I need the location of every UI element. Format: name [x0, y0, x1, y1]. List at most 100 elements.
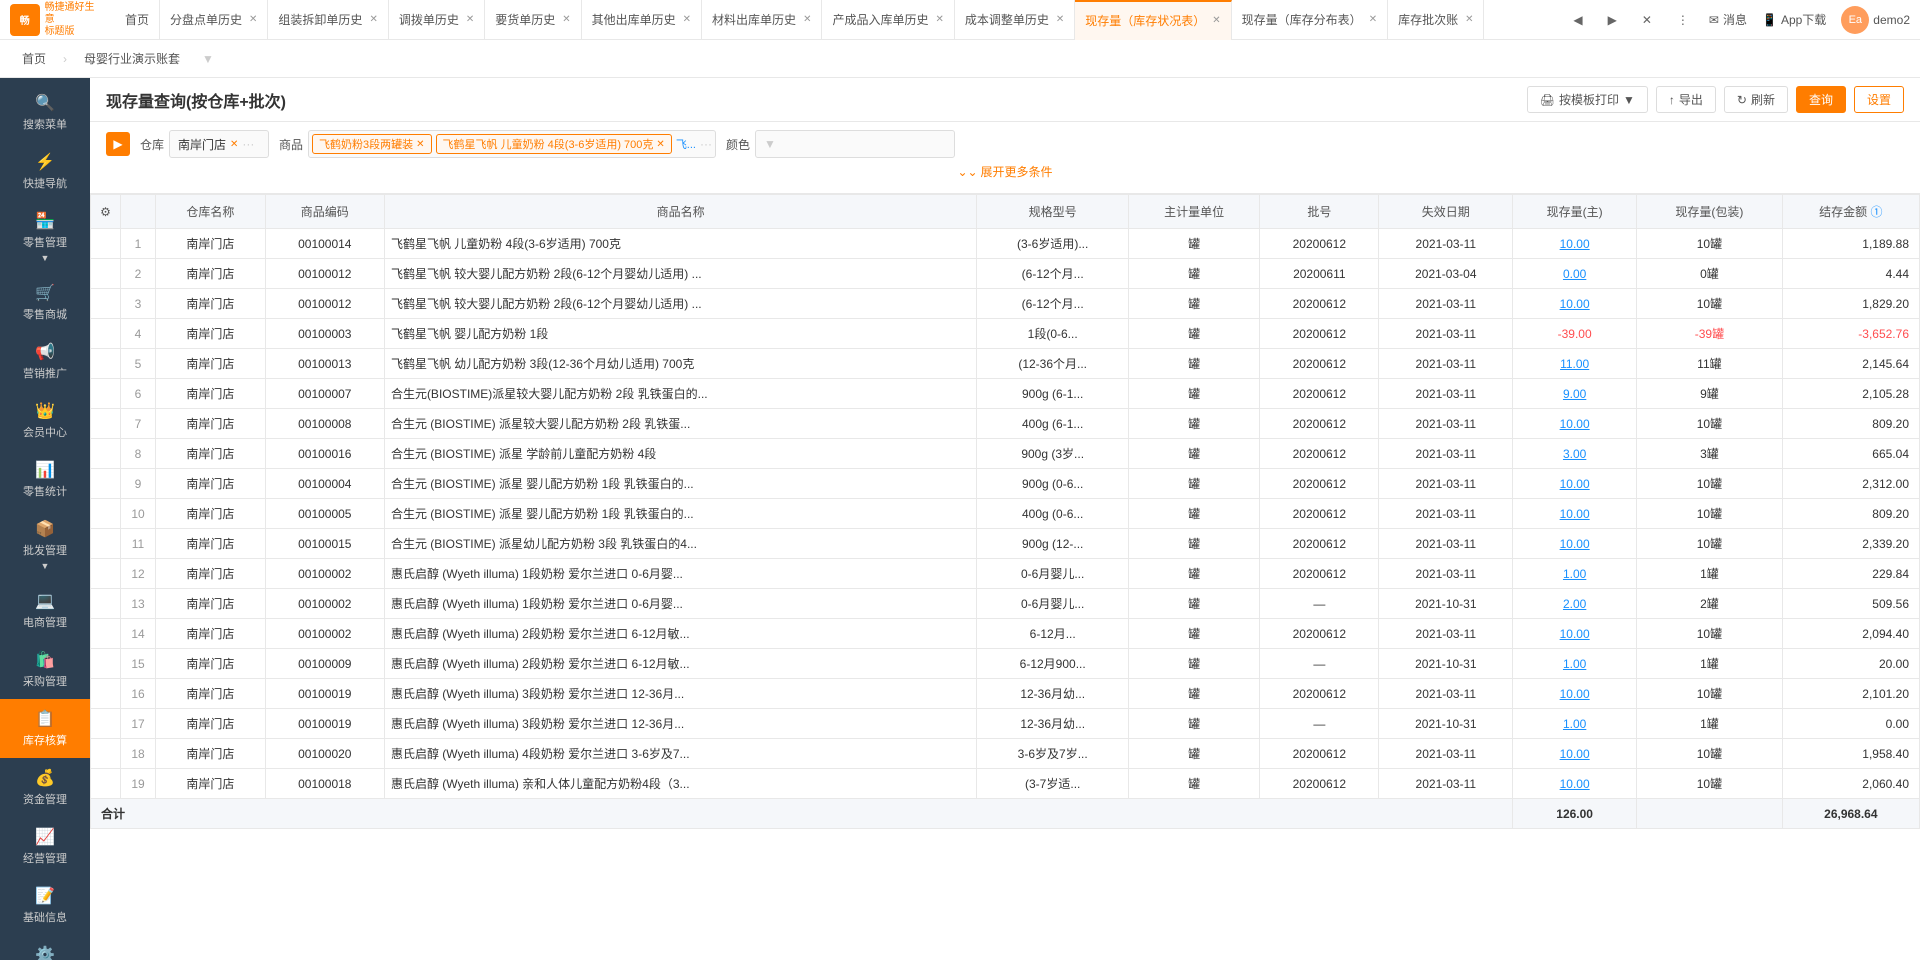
col-balance: 结存金额 ①	[1782, 195, 1919, 229]
table-row: 14 南岸门店 00100002 惠氏启醇 (Wyeth illuma) 2段奶…	[91, 619, 1920, 649]
sidebar-item-零售商城[interactable]: 🛒 零售商城	[0, 273, 90, 332]
filter-row: ▶ 仓库 南岸门店 ✕ ··· 商品 飞鹤奶粉3段两罐装 ✕	[106, 130, 1904, 158]
tab-close-8[interactable]: ✕	[1056, 14, 1064, 25]
export-icon: ↑	[1669, 93, 1675, 107]
table-row: 7 南岸门店 00100008 合生元 (BIOSTIME) 派星较大婴儿配方奶…	[91, 409, 1920, 439]
tab-6[interactable]: 材料出库单历史✕	[702, 0, 822, 40]
sidebar-item-采购管理[interactable]: 🛍️ 采购管理	[0, 640, 90, 699]
tab-close-2[interactable]: ✕	[369, 14, 377, 25]
tab-close-button[interactable]: ✕	[1637, 0, 1657, 40]
tab-9[interactable]: 现存量（库存状况表） ✕	[1075, 0, 1231, 40]
tab-next-button[interactable]: ▶	[1603, 0, 1622, 40]
filter-toggle[interactable]: ▶	[106, 132, 130, 156]
sidebar-item-基础信息[interactable]: 📝 基础信息	[0, 876, 90, 935]
goods-tag-1[interactable]: 飞鹤奶粉3段两罐装 ✕	[312, 134, 432, 154]
table-row: 13 南岸门店 00100002 惠氏启醇 (Wyeth illuma) 1段奶…	[91, 589, 1920, 619]
sidebar-item-系统管理[interactable]: ⚙️ 系统管理	[0, 935, 90, 960]
tab-prev-button[interactable]: ◀	[1568, 0, 1587, 40]
tab-close-4[interactable]: ✕	[562, 14, 570, 25]
tab-10[interactable]: 现存量（库存分布表） ✕	[1232, 0, 1388, 40]
tab-label-7: 产成品入库单历史	[832, 11, 928, 28]
tab-5[interactable]: 其他出库单历史✕	[582, 0, 702, 40]
sidebar-item-资金管理[interactable]: 💰 资金管理	[0, 758, 90, 817]
tab-close-11[interactable]: ✕	[1465, 14, 1473, 25]
tab-label-9: 现存量（库存状况表）	[1085, 12, 1205, 29]
color-input[interactable]: ▼	[755, 130, 955, 158]
sidebar-icon-7: 📦	[35, 519, 55, 539]
sidebar-icon-12: 📈	[35, 827, 55, 847]
table-row: 3 南岸门店 00100012 飞鹤星飞帆 较大婴儿配方奶粉 2段(6-12个月…	[91, 289, 1920, 319]
tab-4[interactable]: 要货单历史 ✕	[485, 0, 581, 40]
tab-menu-button[interactable]: ⋮	[1672, 0, 1694, 40]
sidebar-item-电商管理[interactable]: 💻 电商管理	[0, 581, 90, 640]
sidebar-label-5: 会员中心	[23, 424, 67, 440]
refresh-button[interactable]: ↻ 刷新	[1724, 86, 1788, 113]
sidebar-arrow-2: ▼	[41, 253, 50, 263]
tab-close-5[interactable]: ✕	[683, 14, 691, 25]
warehouse-input[interactable]: 南岸门店 ✕ ···	[169, 130, 269, 158]
nav-account[interactable]: 母婴行业演示账套	[72, 40, 192, 78]
top-right: ✉ 消息 📱 App下载 Ea demo2	[1709, 6, 1910, 34]
tab-3[interactable]: 调拨单历史 ✕	[389, 0, 485, 40]
col-warehouse: 仓库名称	[156, 195, 266, 229]
tab-close-10[interactable]: ✕	[1369, 14, 1377, 25]
tab-8[interactable]: 成本调整单历史✕	[955, 0, 1075, 40]
sidebar-item-零售管理[interactable]: 🏪 零售管理 ▼	[0, 201, 90, 273]
tab-2[interactable]: 组装拆卸单历史 ✕	[268, 0, 388, 40]
chevron-down-icon: ⌄⌄	[957, 165, 977, 179]
tab-7[interactable]: 产成品入库单历史 ✕	[822, 0, 954, 40]
col-index	[121, 195, 156, 229]
export-button[interactable]: ↑ 导出	[1656, 86, 1716, 113]
tab-close-3[interactable]: ✕	[466, 14, 474, 25]
sidebar-item-零售统计[interactable]: 📊 零售统计	[0, 450, 90, 509]
sidebar-item-营销推广[interactable]: 📢 营销推广	[0, 332, 90, 391]
tab-1[interactable]: 分盘点单历史✕	[160, 0, 268, 40]
tab-label-2: 组装拆卸单历史	[278, 11, 362, 28]
settings-icon[interactable]: ⚙	[100, 205, 111, 219]
footer-row: 合计 126.00 26,968.64	[91, 799, 1920, 829]
table-row: 1 南岸门店 00100014 飞鹤星飞帆 儿童奶粉 4段(3-6岁适用) 70…	[91, 229, 1920, 259]
sidebar-icon-14: ⚙️	[35, 945, 55, 960]
tab-label-4: 要货单历史	[495, 11, 555, 28]
tab-close-6[interactable]: ✕	[803, 14, 811, 25]
tab-close-1[interactable]: ✕	[249, 14, 257, 25]
sidebar-arrow-7: ▼	[41, 561, 50, 571]
sidebar-icon-9: 🛍️	[35, 650, 55, 670]
tab-label-3: 调拨单历史	[399, 11, 459, 28]
goods-filter: 商品 飞鹤奶粉3段两罐装 ✕ 飞鹤星飞帆 儿童奶粉 4段(3-6岁适用) 700…	[279, 130, 716, 158]
inventory-table: ⚙ 仓库名称 商品编码 商品名称 规格型号 主计量单位 批号 失效日期 现存量(…	[90, 194, 1920, 829]
app-download-button[interactable]: 📱 App下载	[1762, 11, 1826, 28]
sidebar-icon-6: 📊	[35, 460, 55, 480]
expand-more-button[interactable]: ⌄⌄ 展开更多条件	[106, 163, 1904, 180]
page-actions: 🖨 按模板打印 ▼ ↑ 导出 ↻ 刷新 查询 设置	[1527, 86, 1904, 113]
user-menu-button[interactable]: Ea demo2	[1841, 6, 1910, 34]
goods-tag-2[interactable]: 飞鹤星飞帆 儿童奶粉 4段(3-6岁适用) 700克 ✕	[436, 134, 672, 154]
sidebar-item-批发管理[interactable]: 📦 批发管理 ▼	[0, 509, 90, 581]
settings-button[interactable]: 设置	[1854, 86, 1904, 113]
message-button[interactable]: ✉ 消息	[1709, 11, 1747, 28]
table-row: 6 南岸门店 00100007 合生元(BIOSTIME)派星较大婴儿配方奶粉 …	[91, 379, 1920, 409]
sidebar-item-库存核算[interactable]: 📋 库存核算	[0, 699, 90, 758]
query-button[interactable]: 查询	[1796, 86, 1846, 113]
sidebar-label-7: 批发管理	[23, 542, 67, 558]
goods-input[interactable]: 飞鹤奶粉3段两罐装 ✕ 飞鹤星飞帆 儿童奶粉 4段(3-6岁适用) 700克 ✕…	[308, 130, 716, 158]
tab-close-7[interactable]: ✕	[935, 14, 943, 25]
goods-more[interactable]: 飞...	[676, 136, 696, 152]
table-body: 1 南岸门店 00100014 飞鹤星飞帆 儿童奶粉 4段(3-6岁适用) 70…	[91, 229, 1920, 799]
tab-0[interactable]: 首页	[115, 0, 160, 40]
print-button[interactable]: 🖨 按模板打印 ▼	[1527, 86, 1648, 113]
sidebar-item-搜索菜单[interactable]: 🔍 搜索菜单	[0, 83, 90, 142]
sidebar-item-快捷导航[interactable]: ⚡ 快捷导航	[0, 142, 90, 201]
sidebar-label-10: 库存核算	[23, 732, 67, 748]
sidebar-item-经营管理[interactable]: 📈 经营管理	[0, 817, 90, 876]
table-row: 4 南岸门店 00100003 飞鹤星飞帆 婴儿配方奶粉 1段 1段(0-6..…	[91, 319, 1920, 349]
table-row: 19 南岸门店 00100018 惠氏启醇 (Wyeth illuma) 亲和人…	[91, 769, 1920, 799]
sidebar-item-会员中心[interactable]: 👑 会员中心	[0, 391, 90, 450]
filter-area: ▶ 仓库 南岸门店 ✕ ··· 商品 飞鹤奶粉3段两罐装 ✕	[90, 122, 1920, 194]
nav-home[interactable]: 首页	[10, 40, 58, 78]
page-header: 现存量查询(按仓库+批次) 🖨 按模板打印 ▼ ↑ 导出 ↻ 刷新 查询	[90, 78, 1920, 122]
col-settings[interactable]: ⚙	[91, 195, 121, 229]
tab-close-9[interactable]: ✕	[1212, 15, 1220, 26]
tab-label-10: 现存量（库存分布表）	[1242, 11, 1362, 28]
tab-11[interactable]: 库存批次账✕	[1388, 0, 1484, 40]
